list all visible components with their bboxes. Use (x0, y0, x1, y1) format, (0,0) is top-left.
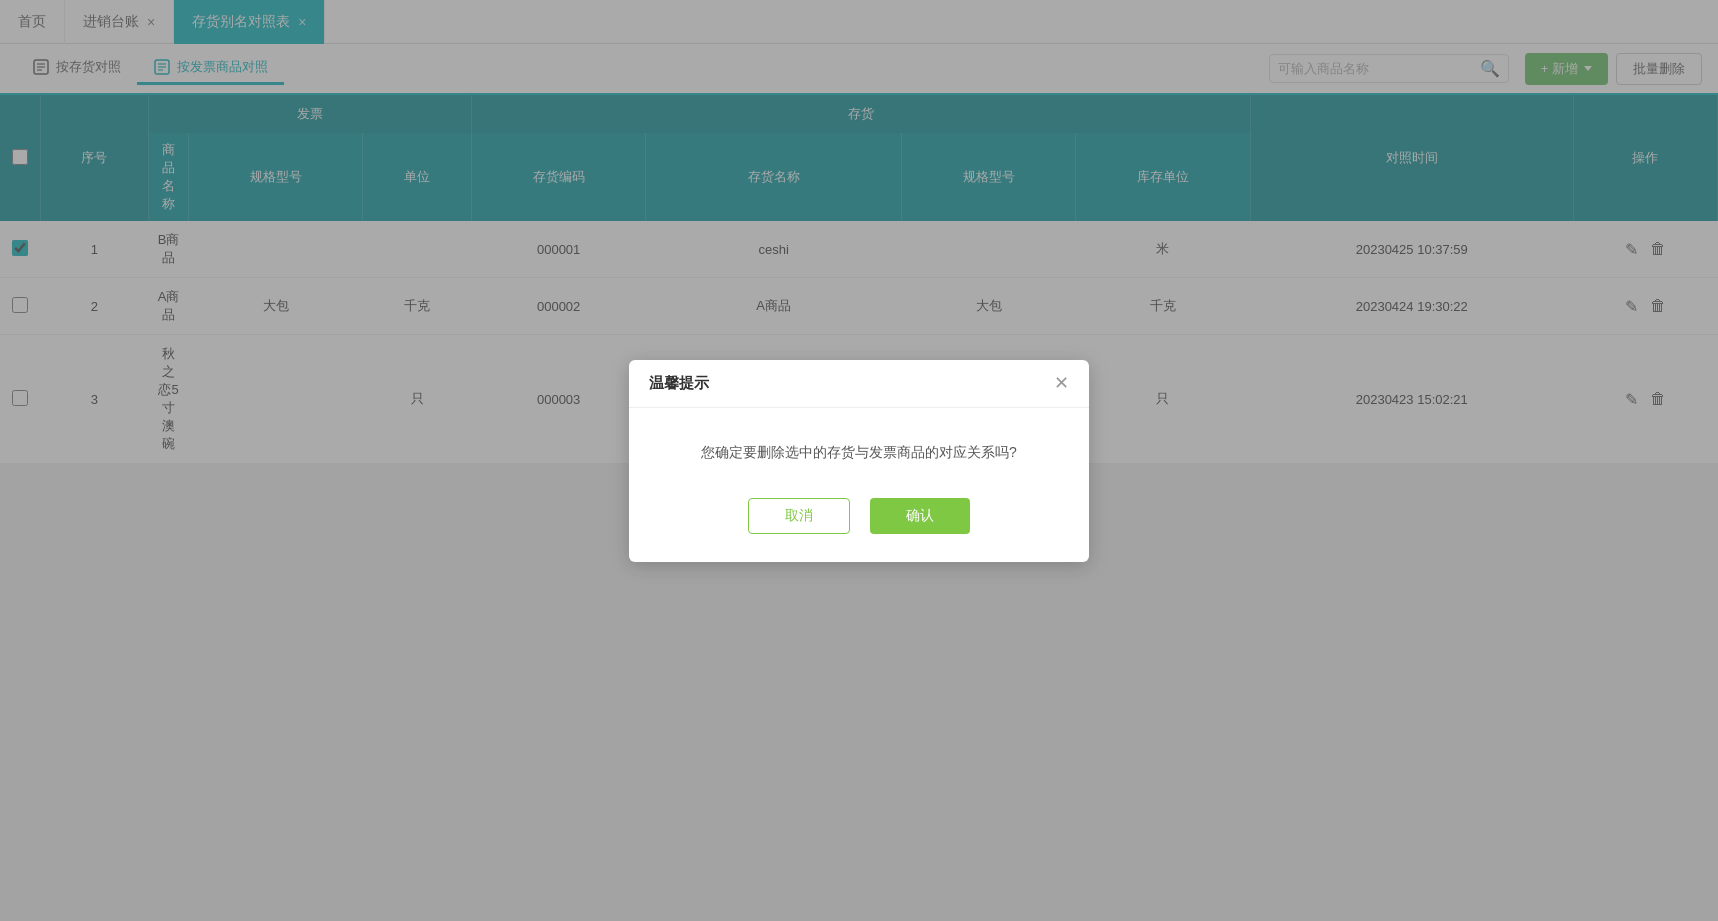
confirm-dialog: 温馨提示 ✕ 您确定要删除选中的存货与发票商品的对应关系吗? 取消 确认 (629, 360, 1089, 465)
dialog-close-button[interactable]: ✕ (1054, 374, 1069, 392)
dialog-header: 温馨提示 ✕ (629, 360, 1089, 408)
modal-overlay: 温馨提示 ✕ 您确定要删除选中的存货与发票商品的对应关系吗? 取消 确认 (0, 0, 1718, 464)
dialog-title: 温馨提示 (649, 374, 709, 393)
dialog-message: 您确定要删除选中的存货与发票商品的对应关系吗? (701, 444, 1017, 460)
dialog-body: 您确定要删除选中的存货与发票商品的对应关系吗? (629, 408, 1089, 465)
